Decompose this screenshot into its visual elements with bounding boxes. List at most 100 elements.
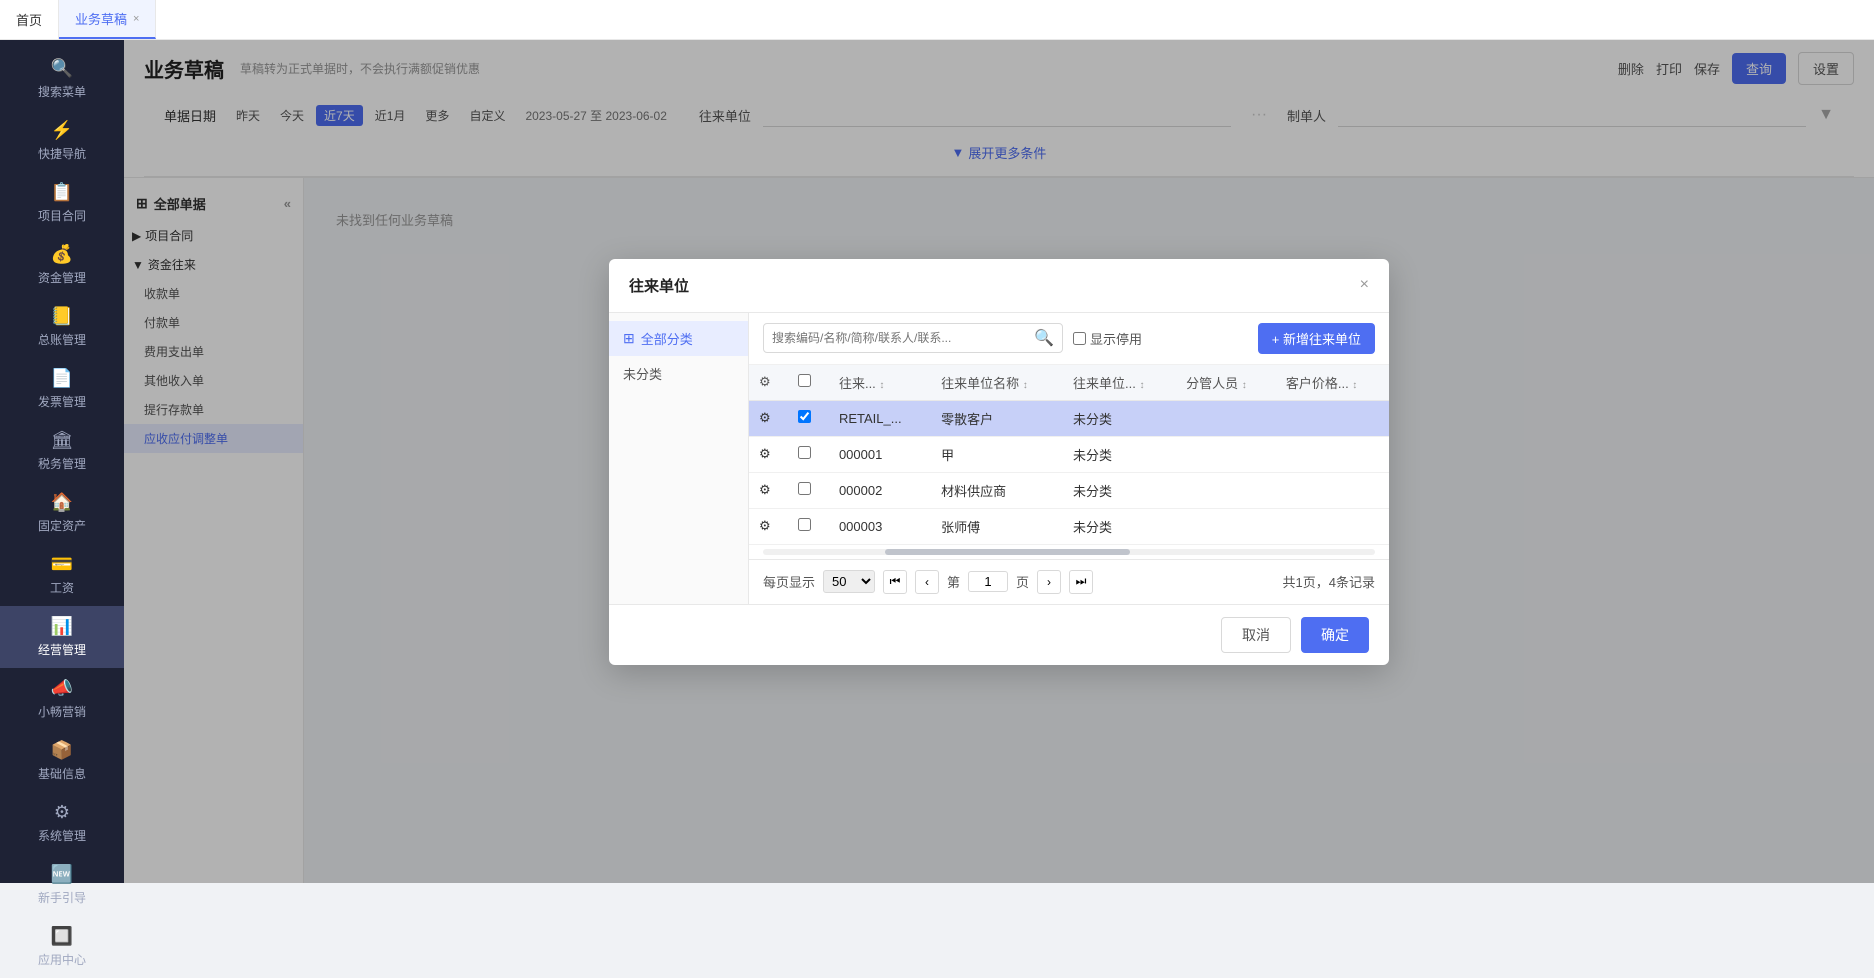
category-unclassified[interactable]: 未分类 [609,356,748,391]
cell-price [1276,472,1389,508]
sidebar: 🔍 搜索菜单 ⚡ 快捷导航 📋 项目合同 💰 资金管理 📒 总账管理 📄 发票管… [0,40,124,883]
tax-icon: 🏛 [51,430,74,451]
sidebar-item-tax[interactable]: 🏛 税务管理 [0,420,124,482]
tab-draft-label: 业务草稿 [75,9,127,28]
sidebar-item-ledger[interactable]: 📒 总账管理 [0,296,124,358]
cell-settings[interactable]: ⚙ [749,472,788,508]
show-disabled-wrap: 显示停用 [1073,329,1142,348]
sidebar-item-search[interactable]: 🔍 搜索菜单 [0,48,124,110]
cell-code: RETAIL_... [829,400,931,436]
per-page-select[interactable]: 50 20 100 [823,570,875,593]
search-input-wrap[interactable]: 🔍 [763,323,1063,353]
cell-settings[interactable]: ⚙ [749,436,788,472]
sidebar-label-operation: 经营管理 [38,641,86,658]
finance-icon: 💰 [51,244,73,265]
category-all[interactable]: ⊞ 全部分类 [609,321,748,356]
show-disabled-label: 显示停用 [1090,329,1142,348]
grid-icon: ⊞ [623,330,635,347]
invoice-icon: 📄 [51,368,73,389]
col-price[interactable]: 客户价格... ↕ [1276,365,1389,401]
cell-checkbox[interactable] [788,400,829,436]
col-code[interactable]: 往来... ↕ [829,365,931,401]
search-icon: 🔍 [1034,328,1054,348]
table-row[interactable]: ⚙ 000002 材料供应商 未分类 [749,472,1389,508]
sidebar-label-finance: 资金管理 [38,269,86,286]
sidebar-item-invoice[interactable]: 📄 发票管理 [0,358,124,420]
guide-icon: 🆕 [51,864,73,885]
marketing-icon: 📣 [51,678,73,699]
cell-salesperson [1176,508,1276,544]
col-salesperson[interactable]: 分管人员 ↕ [1176,365,1276,401]
dialog-overlay: 往来单位 × ⊞ 全部分类 未分类 [124,40,1874,883]
sidebar-item-project[interactable]: 📋 项目合同 [0,172,124,234]
last-page-btn[interactable]: ⏭ [1069,570,1093,594]
sidebar-label-invoice: 发票管理 [38,393,86,410]
cell-category: 未分类 [1063,400,1176,436]
show-disabled-checkbox[interactable] [1073,332,1086,345]
asset-icon: 🏠 [51,492,73,513]
sidebar-item-salary[interactable]: 💳 工资 [0,544,124,606]
add-counterpart-button[interactable]: + 新增往来单位 [1258,323,1375,354]
cell-category: 未分类 [1063,508,1176,544]
sidebar-item-guide[interactable]: 🆕 新手引导 [0,854,124,916]
sidebar-label-quicknav: 快捷导航 [38,145,86,162]
tab-home[interactable]: 首页 [0,0,59,39]
next-page-btn[interactable]: › [1037,570,1061,594]
total-text: 共1页，4条记录 [1283,572,1375,591]
main-layout: 🔍 搜索菜单 ⚡ 快捷导航 📋 项目合同 💰 资金管理 📒 总账管理 📄 发票管… [0,40,1874,883]
cell-checkbox[interactable] [788,436,829,472]
col-checkbox[interactable] [788,365,829,401]
page-input[interactable] [968,571,1008,592]
cell-checkbox[interactable] [788,508,829,544]
sidebar-label-project: 项目合同 [38,207,86,224]
main-content: 业务草稿 草稿转为正式单据时，不会执行满额促销优惠 删除 打印 保存 查询 设置… [124,40,1874,883]
first-page-btn[interactable]: ⏮ [883,570,907,594]
sidebar-item-operation[interactable]: 📊 经营管理 [0,606,124,668]
apps-icon: 🔲 [51,926,73,947]
sidebar-label-ledger: 总账管理 [38,331,86,348]
search-input[interactable] [772,331,1028,345]
confirm-button[interactable]: 确定 [1301,617,1369,653]
cell-settings[interactable]: ⚙ [749,508,788,544]
tab-close-icon[interactable]: × [133,13,139,25]
col-category[interactable]: 往来单位... ↕ [1063,365,1176,401]
table-row[interactable]: ⚙ 000003 张师傅 未分类 [749,508,1389,544]
sidebar-label-base: 基础信息 [38,765,86,782]
sidebar-label-salary: 工资 [50,579,74,596]
dialog-category-panel: ⊞ 全部分类 未分类 [609,313,749,604]
sidebar-label-tax: 税务管理 [38,455,86,472]
dialog-table: ⚙ 往来... ↕ 往来单位名称 ↕ 往来单位... ↕ 分管人员 ↕ 客户价格… [749,365,1389,545]
tab-home-label: 首页 [16,10,42,29]
table-row[interactable]: ⚙ 000001 甲 未分类 [749,436,1389,472]
cell-checkbox[interactable] [788,472,829,508]
sidebar-item-asset[interactable]: 🏠 固定资产 [0,482,124,544]
sidebar-item-finance[interactable]: 💰 资金管理 [0,234,124,296]
cell-salesperson [1176,436,1276,472]
dialog-right-panel: 🔍 显示停用 + 新增往来单位 [749,313,1389,604]
dialog-close-icon[interactable]: × [1360,276,1369,294]
col-name[interactable]: 往来单位名称 ↕ [931,365,1063,401]
sidebar-item-marketing[interactable]: 📣 小畅营销 [0,668,124,730]
sidebar-item-apps[interactable]: 🔲 应用中心 [0,916,124,978]
salary-icon: 💳 [51,554,73,575]
sidebar-item-system[interactable]: ⚙ 系统管理 [0,792,124,854]
sidebar-item-base[interactable]: 📦 基础信息 [0,730,124,792]
sidebar-label-marketing: 小畅营销 [38,703,86,720]
horizontal-scrollbar[interactable] [763,549,1375,555]
prev-page-btn[interactable]: ‹ [915,570,939,594]
cancel-button[interactable]: 取消 [1221,617,1291,653]
dialog-header: 往来单位 × [609,259,1389,313]
operation-icon: 📊 [51,616,73,637]
cell-code: 000003 [829,508,931,544]
project-icon: 📋 [51,182,73,203]
cell-salesperson [1176,400,1276,436]
table-row[interactable]: ⚙ RETAIL_... 零散客户 未分类 [749,400,1389,436]
cell-settings[interactable]: ⚙ [749,400,788,436]
cell-code: 000002 [829,472,931,508]
tab-draft[interactable]: 业务草稿 × [59,0,156,39]
sidebar-label-search: 搜索菜单 [38,83,86,100]
tab-list: 首页 业务草稿 × [0,0,156,39]
sidebar-item-quicknav[interactable]: ⚡ 快捷导航 [0,110,124,172]
col-settings[interactable]: ⚙ [749,365,788,401]
base-icon: 📦 [51,740,73,761]
